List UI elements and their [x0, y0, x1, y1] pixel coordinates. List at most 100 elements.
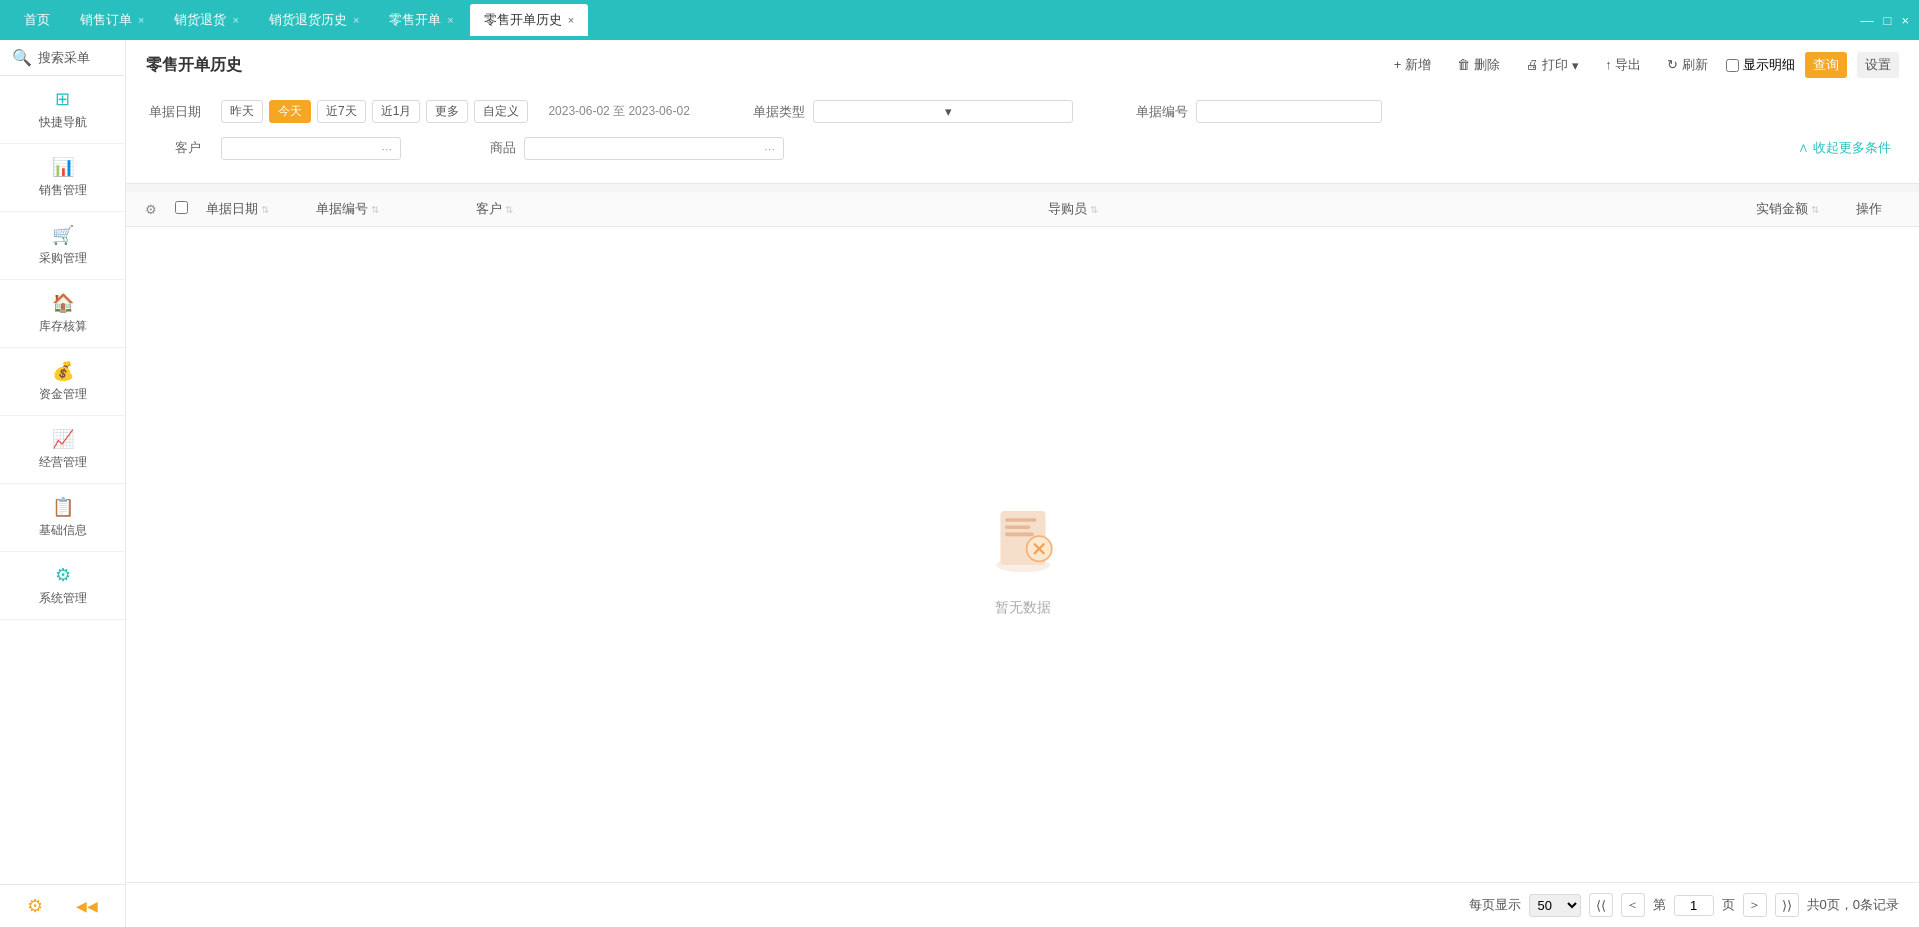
select-all-checkbox[interactable]: [175, 201, 188, 214]
prev-page-btn[interactable]: ＜: [1621, 893, 1645, 917]
billno-input[interactable]: [1196, 100, 1382, 123]
sidebar-bottom: ⚙ ◀◀: [0, 884, 125, 927]
sidebar-item-label: 系统管理: [39, 590, 87, 607]
sidebar-item-purchase[interactable]: 🛒 采购管理: [0, 212, 125, 280]
page-label: 第: [1653, 896, 1666, 914]
filter-row-date: 单据日期 昨天 今天 近7天 近1月 更多 自定义 2023-06-02 至 2…: [146, 100, 1899, 123]
purchase-icon: 🛒: [52, 224, 74, 246]
tab-retail-open-history[interactable]: 零售开单历史 ×: [470, 4, 588, 36]
sales-icon: 📊: [52, 156, 74, 178]
empty-icon: [978, 493, 1068, 583]
window-close[interactable]: ×: [1901, 13, 1909, 28]
collapse-sidebar-icon[interactable]: ◀◀: [76, 898, 98, 914]
print-button[interactable]: 🖨 打印 ▾: [1518, 52, 1588, 78]
tab-sales-return-history[interactable]: 销货退货历史 ×: [255, 4, 373, 36]
sidebar-item-inventory[interactable]: 🏠 库存核算: [0, 280, 125, 348]
type-select[interactable]: ▾: [813, 100, 1073, 123]
next-page-btn[interactable]: ＞: [1743, 893, 1767, 917]
type-label: 单据类型: [750, 103, 805, 121]
close-tab-sales-order[interactable]: ×: [138, 14, 144, 26]
tab-sales-return[interactable]: 销货退货 ×: [160, 4, 252, 36]
close-tab-sales-return[interactable]: ×: [232, 14, 238, 26]
goods-dots: ···: [764, 141, 775, 156]
page-header: 零售开单历史 + 新增 🗑 删除 🖨 打印 ▾ ↑ 导出: [126, 40, 1919, 184]
search-box[interactable]: 🔍 搜索采单: [0, 40, 125, 76]
tab-home[interactable]: 首页: [10, 4, 64, 36]
close-tab-sales-return-history[interactable]: ×: [353, 14, 359, 26]
tab-retail-open[interactable]: 零售开单 ×: [375, 4, 467, 36]
first-page-btn[interactable]: ⟨⟨: [1589, 893, 1613, 917]
date-btn-more[interactable]: 更多: [426, 100, 468, 123]
th-date[interactable]: 单据日期 ⇅: [196, 192, 306, 226]
date-btn-yesterday[interactable]: 昨天: [221, 100, 263, 123]
per-page-select[interactable]: 50 10 20 100: [1529, 894, 1581, 917]
operations-icon: 📈: [52, 428, 74, 450]
window-minimize[interactable]: —: [1861, 13, 1874, 28]
quick-nav-icon: ⊞: [55, 88, 70, 110]
svg-rect-3: [1005, 525, 1030, 529]
sidebar-item-sales[interactable]: 📊 销售管理: [0, 144, 125, 212]
sidebar-item-label: 资金管理: [39, 386, 87, 403]
sidebar-item-quick-nav[interactable]: ⊞ 快捷导航: [0, 76, 125, 144]
date-btn-7days[interactable]: 近7天: [317, 100, 366, 123]
collapse-button[interactable]: ∧ 收起更多条件: [1790, 137, 1899, 159]
date-btn-today[interactable]: 今天: [269, 100, 311, 123]
close-tab-retail-open-history[interactable]: ×: [568, 14, 574, 26]
sidebar-item-operations[interactable]: 📈 经营管理: [0, 416, 125, 484]
filter-row-customer: 客户 ··· 商品 ··· ∧ 收起更多条件: [146, 133, 1899, 163]
th-billno[interactable]: 单据编号 ⇅: [306, 192, 466, 226]
print-dropdown-icon[interactable]: ▾: [1572, 58, 1579, 73]
sort-guide-icon: ⇅: [1090, 204, 1098, 215]
sidebar-item-basic-info[interactable]: 📋 基础信息: [0, 484, 125, 552]
date-label: 单据日期: [146, 103, 201, 121]
sidebar-item-finance[interactable]: 💰 资金管理: [0, 348, 125, 416]
export-button[interactable]: ↑ 导出: [1597, 52, 1649, 78]
empty-text: 暂无数据: [995, 599, 1051, 617]
last-page-btn[interactable]: ⟩⟩: [1775, 893, 1799, 917]
tab-sales-order[interactable]: 销售订单 ×: [66, 4, 158, 36]
sidebar-item-label: 经营管理: [39, 454, 87, 471]
date-btn-1month[interactable]: 近1月: [372, 100, 421, 123]
goods-filter-group: 商品 ···: [461, 137, 784, 160]
display-detail-checkbox[interactable]: [1726, 59, 1739, 72]
total-label: 共0页，0条记录: [1807, 896, 1899, 914]
content-area: 零售开单历史 + 新增 🗑 删除 🖨 打印 ▾ ↑ 导出: [126, 40, 1919, 927]
empty-state: 暂无数据: [126, 227, 1919, 882]
select-all-checkbox-cell: [166, 193, 196, 225]
sidebar-item-system[interactable]: ⚙ 系统管理: [0, 552, 125, 620]
svg-rect-2: [1005, 518, 1037, 522]
svg-rect-4: [1005, 532, 1034, 536]
top-bar: 首页 销售订单 × 销货退货 × 销货退货历史 × 零售开单 × 零售开单历史 …: [0, 0, 1919, 40]
column-settings-btn[interactable]: ⚙: [136, 194, 166, 225]
display-detail-toggle[interactable]: 显示明细: [1726, 56, 1795, 74]
page-title-row: 零售开单历史 + 新增 🗑 删除 🖨 打印 ▾ ↑ 导出: [146, 52, 1899, 78]
page-input[interactable]: [1674, 895, 1714, 916]
system-icon: ⚙: [55, 564, 71, 586]
collapse-btn-wrapper: ∧ 收起更多条件: [1790, 133, 1899, 163]
type-filter-group: 单据类型 ▾: [750, 100, 1073, 123]
th-guide[interactable]: 导购员 ⇅: [1038, 192, 1158, 226]
settings-bottom-icon[interactable]: ⚙: [27, 895, 43, 917]
per-page-label: 每页显示: [1469, 896, 1521, 914]
goods-input[interactable]: ···: [524, 137, 784, 160]
goods-label: 商品: [461, 139, 516, 157]
window-maximize[interactable]: □: [1884, 13, 1892, 28]
close-tab-retail-open[interactable]: ×: [447, 14, 453, 26]
inventory-icon: 🏠: [52, 292, 74, 314]
sidebar-item-label: 快捷导航: [39, 114, 87, 131]
delete-button[interactable]: 🗑 删除: [1449, 52, 1508, 78]
query-button[interactable]: 查询: [1805, 52, 1847, 78]
th-customer[interactable]: 客户 ⇅: [466, 192, 1038, 226]
search-icon: 🔍: [12, 48, 32, 67]
sidebar-item-label: 库存核算: [39, 318, 87, 335]
refresh-button[interactable]: ↻ 刷新: [1659, 52, 1716, 78]
pagination: 每页显示 50 10 20 100 ⟨⟨ ＜ 第 页 ＞ ⟩⟩ 共0页，0条记录: [126, 882, 1919, 927]
page-title: 零售开单历史: [146, 55, 242, 76]
sidebar-item-label: 基础信息: [39, 522, 87, 539]
date-btn-custom[interactable]: 自定义: [474, 100, 528, 123]
customer-input[interactable]: ···: [221, 137, 401, 160]
th-amount[interactable]: 实销金额 ⇅: [1709, 192, 1829, 226]
basic-info-icon: 📋: [52, 496, 74, 518]
settings-button[interactable]: 设置: [1857, 52, 1899, 78]
add-button[interactable]: + 新增: [1386, 52, 1439, 78]
